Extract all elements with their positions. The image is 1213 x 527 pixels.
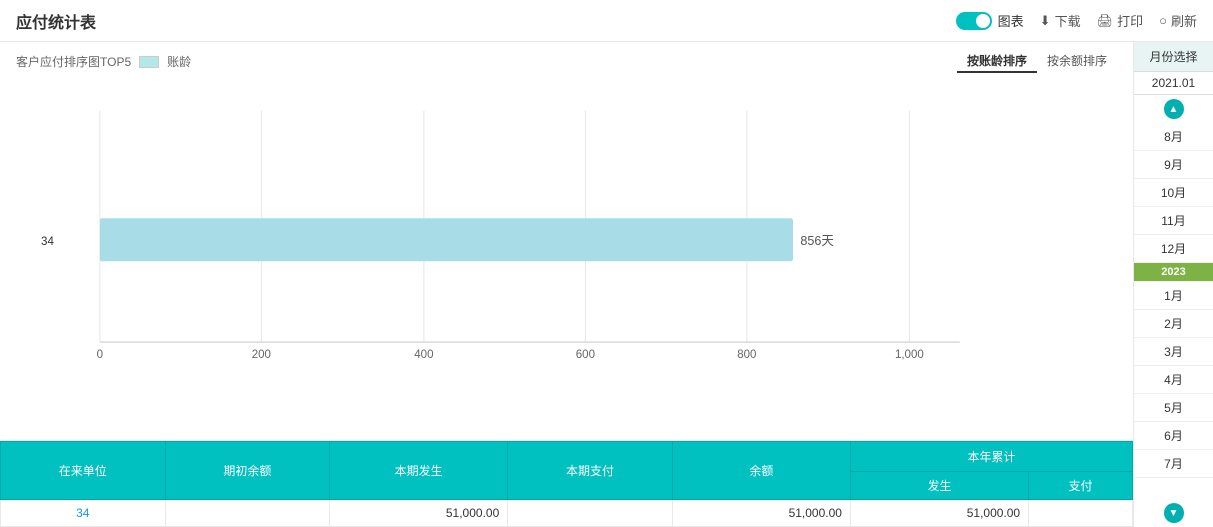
svg-text:200: 200	[252, 348, 272, 361]
sidebar-month-list: 8月 9月 10月 11月 12月 2023 1月 2月 3月 4月 5月 6月…	[1134, 123, 1213, 499]
col-header-current-pay: 本期支付	[508, 442, 673, 500]
sidebar-item-apr[interactable]: 4月	[1134, 366, 1213, 394]
sidebar-item-feb[interactable]: 2月	[1134, 310, 1213, 338]
sort-by-balance-button[interactable]: 按余额排序	[1037, 50, 1117, 73]
main-container: 应付统计表 图表 ⬇ 下载 🖨 打印 ○ 刷新	[0, 0, 1213, 527]
page-title: 应付统计表	[16, 9, 96, 33]
cell-current-pay	[508, 500, 673, 527]
chart-toggle-label: 图表	[998, 11, 1024, 30]
cell-unit[interactable]: 34	[1, 500, 166, 527]
sidebar-item-jun[interactable]: 6月	[1134, 422, 1213, 450]
cell-current-occ: 51,000.00	[330, 500, 508, 527]
col-header-opening: 期初余额	[165, 442, 330, 500]
chart-controls: 客户应付排序图TOP5 账龄 按账龄排序 按余额排序	[0, 42, 1133, 81]
refresh-icon: ○	[1159, 13, 1167, 28]
chart-svg: 34 0 200 400 600 800 1,000	[16, 89, 1117, 369]
sidebar-current-month: 2021.01	[1134, 72, 1213, 95]
sidebar-arrow-up[interactable]: ▲	[1134, 95, 1213, 123]
chart-title: 客户应付排序图TOP5	[16, 53, 131, 70]
download-icon: ⬇	[1040, 13, 1051, 29]
sort-buttons: 按账龄排序 按余额排序	[957, 50, 1117, 73]
sidebar-year-2023[interactable]: 2023	[1134, 263, 1213, 282]
svg-text:400: 400	[414, 348, 434, 361]
sidebar-arrow-down[interactable]: ▼	[1134, 499, 1213, 527]
header: 应付统计表 图表 ⬇ 下载 🖨 打印 ○ 刷新	[0, 0, 1213, 42]
svg-text:1,000: 1,000	[895, 348, 924, 361]
print-icon: 🖨	[1097, 13, 1114, 29]
legend-label: 账龄	[167, 53, 191, 70]
cell-balance: 51,000.00	[672, 500, 850, 527]
sidebar-item-aug[interactable]: 8月	[1134, 123, 1213, 151]
chart-legend: 客户应付排序图TOP5 账龄	[16, 53, 191, 70]
sidebar-item-mar[interactable]: 3月	[1134, 338, 1213, 366]
table-section: 在来单位 期初余额 本期发生 本期支付 余额 本年累计 发生 支付	[0, 440, 1133, 527]
svg-text:856天: 856天	[800, 233, 834, 248]
cell-ytd-occ: 51,000.00	[850, 500, 1028, 527]
sort-by-age-button[interactable]: 按账龄排序	[957, 50, 1037, 73]
print-button[interactable]: 🖨 打印	[1097, 11, 1144, 30]
chart-toggle[interactable]	[956, 12, 992, 30]
table-row: 34 51,000.00 51,000.00 51,000.00	[1, 500, 1133, 527]
download-button[interactable]: ⬇ 下载	[1040, 11, 1081, 30]
chart-area: 34 0 200 400 600 800 1,000	[16, 89, 1117, 369]
sidebar: 月份选择 2021.01 ▲ 8月 9月 10月 11月 12月 2023 1月…	[1133, 42, 1213, 527]
sidebar-item-jul[interactable]: 7月	[1134, 450, 1213, 478]
legend-box	[139, 56, 159, 68]
sidebar-item-nov[interactable]: 11月	[1134, 207, 1213, 235]
data-table: 在来单位 期初余额 本期发生 本期支付 余额 本年累计 发生 支付	[0, 441, 1133, 527]
col-header-ytd-pay: 支付	[1029, 472, 1133, 500]
sidebar-item-sep[interactable]: 9月	[1134, 151, 1213, 179]
content-area: 客户应付排序图TOP5 账龄 按账龄排序 按余额排序 34 0	[0, 42, 1213, 527]
col-header-current-occ: 本期发生	[330, 442, 508, 500]
svg-text:800: 800	[737, 348, 757, 361]
chart-section: 客户应付排序图TOP5 账龄 按账龄排序 按余额排序 34 0	[0, 42, 1133, 527]
col-header-balance: 余额	[672, 442, 850, 500]
table-container: 在来单位 期初余额 本期发生 本期支付 余额 本年累计 发生 支付	[0, 441, 1133, 527]
sidebar-item-jan[interactable]: 1月	[1134, 282, 1213, 310]
col-header-unit: 在来单位	[1, 442, 166, 500]
sidebar-header: 月份选择	[1134, 42, 1213, 72]
svg-text:34: 34	[41, 235, 54, 248]
sidebar-item-dec[interactable]: 12月	[1134, 235, 1213, 263]
sidebar-item-may[interactable]: 5月	[1134, 394, 1213, 422]
svg-text:600: 600	[576, 348, 596, 361]
cell-ytd-pay	[1029, 500, 1133, 527]
col-header-ytd: 本年累计	[850, 442, 1132, 472]
cell-opening	[165, 500, 330, 527]
svg-text:0: 0	[97, 348, 104, 361]
header-actions: 图表 ⬇ 下载 🖨 打印 ○ 刷新	[956, 11, 1197, 30]
refresh-button[interactable]: ○ 刷新	[1159, 11, 1197, 30]
toggle-knob	[976, 14, 990, 28]
arrow-down-icon[interactable]: ▼	[1164, 503, 1184, 523]
col-header-ytd-occ: 发生	[850, 472, 1028, 500]
arrow-up-icon[interactable]: ▲	[1164, 99, 1184, 119]
sidebar-item-oct[interactable]: 10月	[1134, 179, 1213, 207]
chart-toggle-container: 图表	[956, 11, 1024, 30]
chart-wrapper: 34 0 200 400 600 800 1,000	[0, 81, 1133, 440]
